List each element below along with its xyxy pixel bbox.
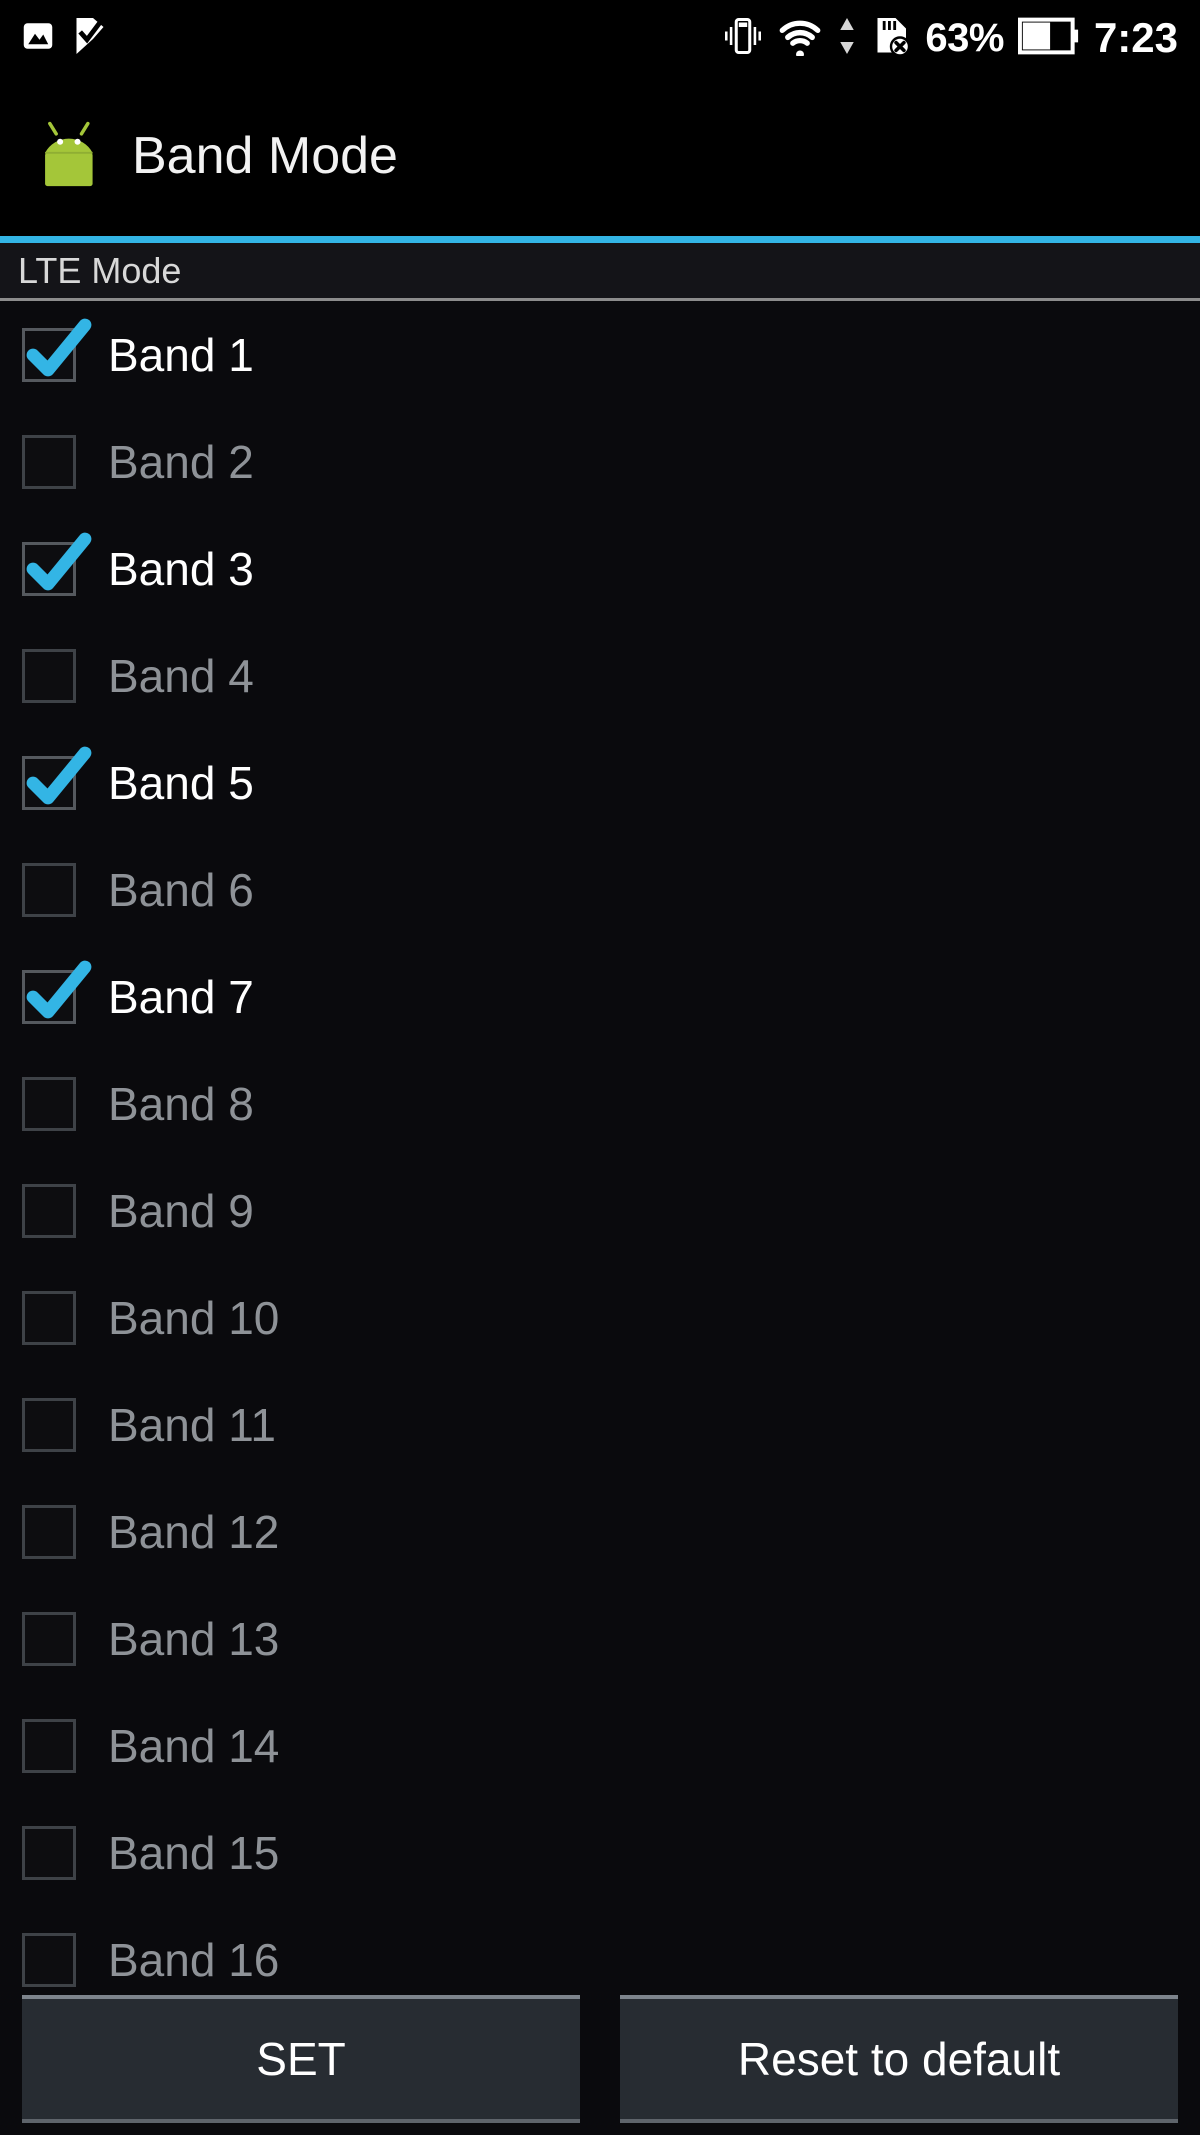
band-row[interactable]: Band 13 (0, 1585, 1200, 1692)
band-row[interactable]: Band 3 (0, 515, 1200, 622)
button-bar: SET Reset to default (0, 1995, 1200, 2135)
band-checkbox[interactable] (22, 1290, 76, 1345)
sd-card-removed-icon (871, 15, 911, 62)
band-checkbox[interactable] (22, 1932, 76, 1987)
status-bar: 63% 7:23 (0, 0, 1200, 76)
band-checkbox[interactable] (22, 1718, 76, 1773)
band-row[interactable]: Band 8 (0, 1050, 1200, 1157)
band-row[interactable]: Band 2 (0, 408, 1200, 515)
checkmark-icon (26, 532, 92, 590)
band-row[interactable]: Band 6 (0, 836, 1200, 943)
checkbox-box (22, 1932, 76, 1987)
band-checkbox[interactable] (22, 532, 92, 596)
set-button[interactable]: SET (22, 1995, 580, 2123)
band-row[interactable]: Band 4 (0, 622, 1200, 729)
band-checkbox[interactable] (22, 434, 76, 489)
page-title: Band Mode (132, 127, 398, 185)
band-row[interactable]: Band 15 (0, 1799, 1200, 1906)
band-row[interactable]: Band 14 (0, 1692, 1200, 1799)
checkbox-box (22, 1825, 76, 1880)
band-label: Band 3 (108, 542, 254, 595)
data-transfer-icon (837, 15, 857, 62)
band-checkbox[interactable] (22, 1183, 76, 1238)
checkbox-box (22, 1611, 76, 1666)
band-row[interactable]: Band 12 (0, 1478, 1200, 1585)
band-row[interactable]: Band 7 (0, 943, 1200, 1050)
screenshot-icon (20, 18, 56, 59)
checkbox-box (22, 1076, 76, 1131)
band-label: Band 2 (108, 435, 254, 488)
checkbox-box (22, 1504, 76, 1559)
checkmark-icon (26, 960, 92, 1018)
band-label: Band 9 (108, 1184, 254, 1237)
band-list[interactable]: Band 1 Band 2 Band 3 Band 4 Band 5 Band 6 Band… (0, 301, 1200, 2135)
band-checkbox[interactable] (22, 1076, 76, 1131)
band-row[interactable]: Band 5 (0, 729, 1200, 836)
band-label: Band 14 (108, 1719, 280, 1772)
band-label: Band 6 (108, 863, 254, 916)
band-checkbox[interactable] (22, 648, 76, 703)
battery-percent-label: 63% (925, 16, 1004, 60)
band-row[interactable]: Band 9 (0, 1157, 1200, 1264)
status-bar-clock: 7:23 (1093, 14, 1178, 61)
checkbox-box (22, 1397, 76, 1452)
action-bar: Band Mode (0, 76, 1200, 236)
status-bar-right-icons: 63% 7:23 (723, 15, 1200, 62)
band-row[interactable]: Band 11 (0, 1371, 1200, 1478)
section-header-label: LTE Mode (18, 249, 182, 291)
checkbox-box (22, 862, 76, 917)
checkmark-icon (26, 318, 92, 376)
section-header-lte-mode: LTE Mode (0, 243, 1200, 301)
flag-check-icon (72, 16, 108, 61)
band-checkbox[interactable] (22, 1504, 76, 1559)
band-checkbox[interactable] (22, 318, 92, 382)
checkbox-box (22, 1290, 76, 1345)
vibrate-icon (723, 15, 763, 62)
band-checkbox[interactable] (22, 960, 92, 1024)
accent-divider (0, 236, 1200, 243)
checkbox-box (22, 648, 76, 703)
status-bar-left-icons (0, 16, 108, 61)
checkbox-box (22, 1718, 76, 1773)
checkbox-box (22, 1183, 76, 1238)
band-checkbox[interactable] (22, 1825, 76, 1880)
band-label: Band 1 (108, 328, 254, 381)
band-checkbox[interactable] (22, 746, 92, 810)
band-checkbox[interactable] (22, 1397, 76, 1452)
band-checkbox[interactable] (22, 1611, 76, 1666)
band-row[interactable]: Band 10 (0, 1264, 1200, 1371)
band-label: Band 13 (108, 1612, 280, 1665)
band-label: Band 7 (108, 970, 254, 1023)
band-label: Band 4 (108, 649, 254, 702)
band-mode-screen: 63% 7:23 Band Mode LTE Mode Band 1 Band … (0, 0, 1200, 2135)
band-label: Band 10 (108, 1291, 280, 1344)
band-checkbox[interactable] (22, 862, 76, 917)
reset-to-default-button[interactable]: Reset to default (620, 1995, 1178, 2123)
band-label: Band 5 (108, 756, 254, 809)
band-row[interactable]: Band 1 (0, 301, 1200, 408)
checkmark-icon (26, 746, 92, 804)
battery-icon (1017, 16, 1080, 61)
band-label: Band 12 (108, 1505, 280, 1558)
band-label: Band 16 (108, 1933, 280, 1986)
checkbox-box (22, 434, 76, 489)
band-label: Band 15 (108, 1826, 280, 1879)
band-label: Band 11 (108, 1398, 276, 1451)
android-robot-icon (34, 118, 110, 194)
band-label: Band 8 (108, 1077, 254, 1130)
wifi-icon (777, 16, 823, 61)
